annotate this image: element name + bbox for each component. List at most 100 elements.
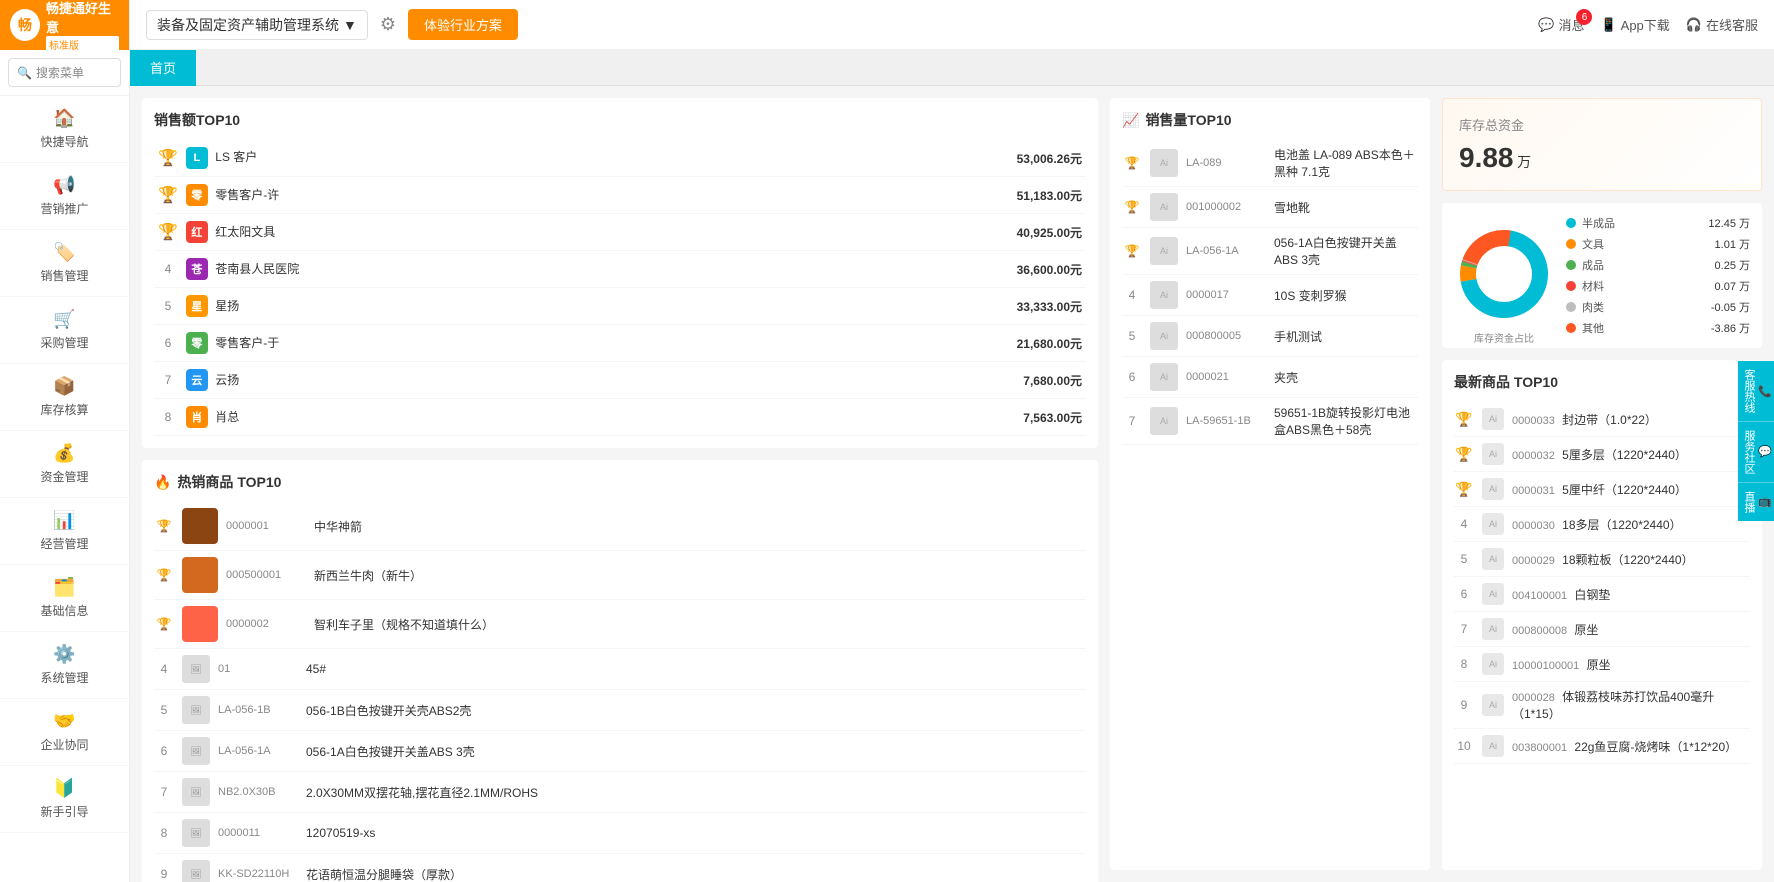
sales-icon: 🏷️ [53,242,75,263]
community-icon: 💬 [1756,445,1771,458]
mobile-icon: 📱 [1600,17,1616,33]
settings-icon[interactable]: ⚙ [380,14,396,35]
sidebar-item-guide[interactable]: 🔰 新手引导 [0,766,129,833]
product-code: NB2.0X30B [218,786,298,798]
hot-products-list: 🏆 0000001 中华神箭 🏆 000500001 新西兰牛肉（新牛） 🏆 0… [154,502,1086,882]
image-placeholder-icon: 🖼 [190,705,201,716]
customer-info: L LS 客户 [182,140,745,177]
cs-hotline-button[interactable]: 📞 客服热线 [1738,361,1774,422]
rank-number: 7 [154,362,182,399]
sidebar-item-operation[interactable]: 📊 经营管理 [0,498,129,565]
np-image: Ai [1482,694,1504,716]
sidebar-item-cooperation[interactable]: 🤝 企业协同 [0,699,129,766]
legend-item-stationery: 文具 1.01 万 [1566,236,1750,252]
legend-dot-meat [1566,302,1576,312]
customer-name: 云扬 [215,373,239,387]
sidebar-item-stock[interactable]: 📦 库存核算 [0,364,129,431]
app-download-link[interactable]: 📱 App下载 [1600,15,1669,34]
product-image [182,508,218,544]
image-placeholder-icon: 🖼 [190,869,201,880]
np-code: 0000030 [1512,520,1555,532]
online-service-link[interactable]: 🎧 在线客服 [1686,15,1758,34]
system-selector[interactable]: 装备及固定资产辅助管理系统 ▼ [146,10,368,40]
np-info: 0000028 体锻荔枝味苏打饮品400毫升（1*15） [1512,688,1750,722]
rank-number: 4 [154,251,182,288]
cs-livestream-button[interactable]: 📺 直播 [1738,483,1774,521]
sidebar-item-shortcut[interactable]: 🏠 快捷导航 [0,96,129,163]
list-item: 5 Ai 0000029 18颗粒板（1220*2440） [1454,542,1750,577]
list-item: 8 🖼 0000011 12070519-xs [154,813,1086,854]
product-name: 59651-1B旋转投影灯电池盒ABS黑色＋58壳 [1274,404,1418,438]
product-code: 0000002 [226,618,306,630]
rank-number: 🏆 [154,177,182,214]
messages-badge[interactable]: 💬 消息 6 [1538,15,1584,34]
product-name: 12070519-xs [306,826,1086,840]
product-rank: 7 [1122,414,1142,428]
np-code: 0000031 [1512,485,1555,497]
np-image-placeholder-icon: Ai [1489,414,1497,424]
product-image [182,557,218,593]
cs-community-button[interactable]: 💬 服务社区 [1738,422,1774,483]
product-thumb: Ai [1150,237,1178,265]
tab-home[interactable]: 首页 [130,50,196,86]
product-code: 0000001 [226,520,306,532]
trial-button[interactable]: 体验行业方案 [408,9,518,40]
image-placeholder-icon: Ai [1160,331,1168,341]
purchase-icon: 🛒 [53,309,75,330]
list-item: 8 Ai 10000100001 原坐 [1454,647,1750,682]
logo-icon: 畅 [10,9,40,41]
sold-top10-list: 🏆 Ai LA-089 电池盖 LA-089 ABS本色＋黑种 7.1克 🏆 A… [1122,140,1418,445]
shortcut-icon: 🏠 [53,108,75,129]
product-image [182,606,218,642]
list-item: 9 🖼 KK-SD22110H 花语萌恒温分腿睡袋（厚款） [154,854,1086,882]
sales-ranking-table: 🏆 L LS 客户 53,006.26元 🏆 零 零售客户-许 51,183.0… [154,140,1086,436]
sidebar-item-marketing[interactable]: 📢 营销推广 [0,163,129,230]
product-rank: 5 [1122,329,1142,343]
np-name: 5厘中纤（1220*2440） [1562,483,1687,497]
list-item: 🏆 Ai 001000002 雪地靴 [1122,187,1418,228]
sidebar-item-system[interactable]: ⚙️ 系统管理 [0,632,129,699]
np-code: 0000029 [1512,555,1555,567]
sidebar-item-finance[interactable]: 💰 资金管理 [0,431,129,498]
product-code: LA-089 [1186,157,1266,169]
legend-item-semi: 半成品 12.45 万 [1566,215,1750,231]
np-info: 0000033 封边带（1.0*22） [1512,411,1750,428]
new-products-card: 最新商品 TOP10 🏆 Ai 0000033 封边带（1.0*22） 🏆 Ai… [1442,360,1762,870]
legend-item-finished: 成品 0.25 万 [1566,257,1750,273]
np-code: 003800001 [1512,742,1567,754]
product-thumb: Ai [1150,322,1178,350]
image-placeholder-icon: Ai [1160,158,1168,168]
product-code: 000800005 [1186,330,1266,342]
sidebar-item-sales[interactable]: 🏷️ 销售管理 [0,230,129,297]
stock-chart-card: 库存资金占比 半成品 12.45 万 文具 1.01 万 [1442,203,1762,348]
main-area: 装备及固定资产辅助管理系统 ▼ ⚙ 体验行业方案 💬 消息 6 📱 App下载 … [130,0,1774,882]
search-menu-button[interactable]: 🔍 搜索菜单 [8,58,121,87]
table-row: 7 云 云扬 7,680.00元 [154,362,1086,399]
sales-amount: 21,680.00元 [745,325,1086,362]
customer-name: 星扬 [215,299,239,313]
np-image-placeholder-icon: Ai [1489,554,1497,564]
list-item: 7 Ai LA-59651-1B 59651-1B旋转投影灯电池盒ABS黑色＋5… [1122,398,1418,445]
avatar: 星 [186,295,208,317]
product-rank: 4 [154,662,174,676]
np-name: 22g鱼豆腐-烧烤味（1*12*20） [1574,740,1737,754]
sidebar-item-basic[interactable]: 🗂️ 基础信息 [0,565,129,632]
np-rank: 7 [1454,622,1474,636]
avatar: 肖 [186,406,208,428]
donut-label: 库存资金占比 [1474,330,1534,345]
np-info: 003800001 22g鱼豆腐-烧烤味（1*12*20） [1512,738,1750,755]
list-item: 🏆 Ai 0000032 5厘多层（1220*2440） [1454,437,1750,472]
sidebar-item-purchase[interactable]: 🛒 采购管理 [0,297,129,364]
operation-icon: 📊 [53,510,75,531]
legend-dot-finished [1566,260,1576,270]
product-rank: 4 [1122,288,1142,302]
list-item: 🏆 Ai LA-056-1A 056-1A白色按键开关盖ABS 3壳 [1122,228,1418,275]
guide-icon: 🔰 [53,778,75,799]
np-rank: 6 [1454,587,1474,601]
sales-amount: 33,333.00元 [745,288,1086,325]
list-item: 5 🖼 LA-056-1B 056-1B白色按键开关壳ABS2壳 [154,690,1086,731]
avatar: 零 [186,184,208,206]
product-rank: 6 [1122,370,1142,384]
legend-dot-stationery [1566,239,1576,249]
table-row: 🏆 L LS 客户 53,006.26元 [154,140,1086,177]
